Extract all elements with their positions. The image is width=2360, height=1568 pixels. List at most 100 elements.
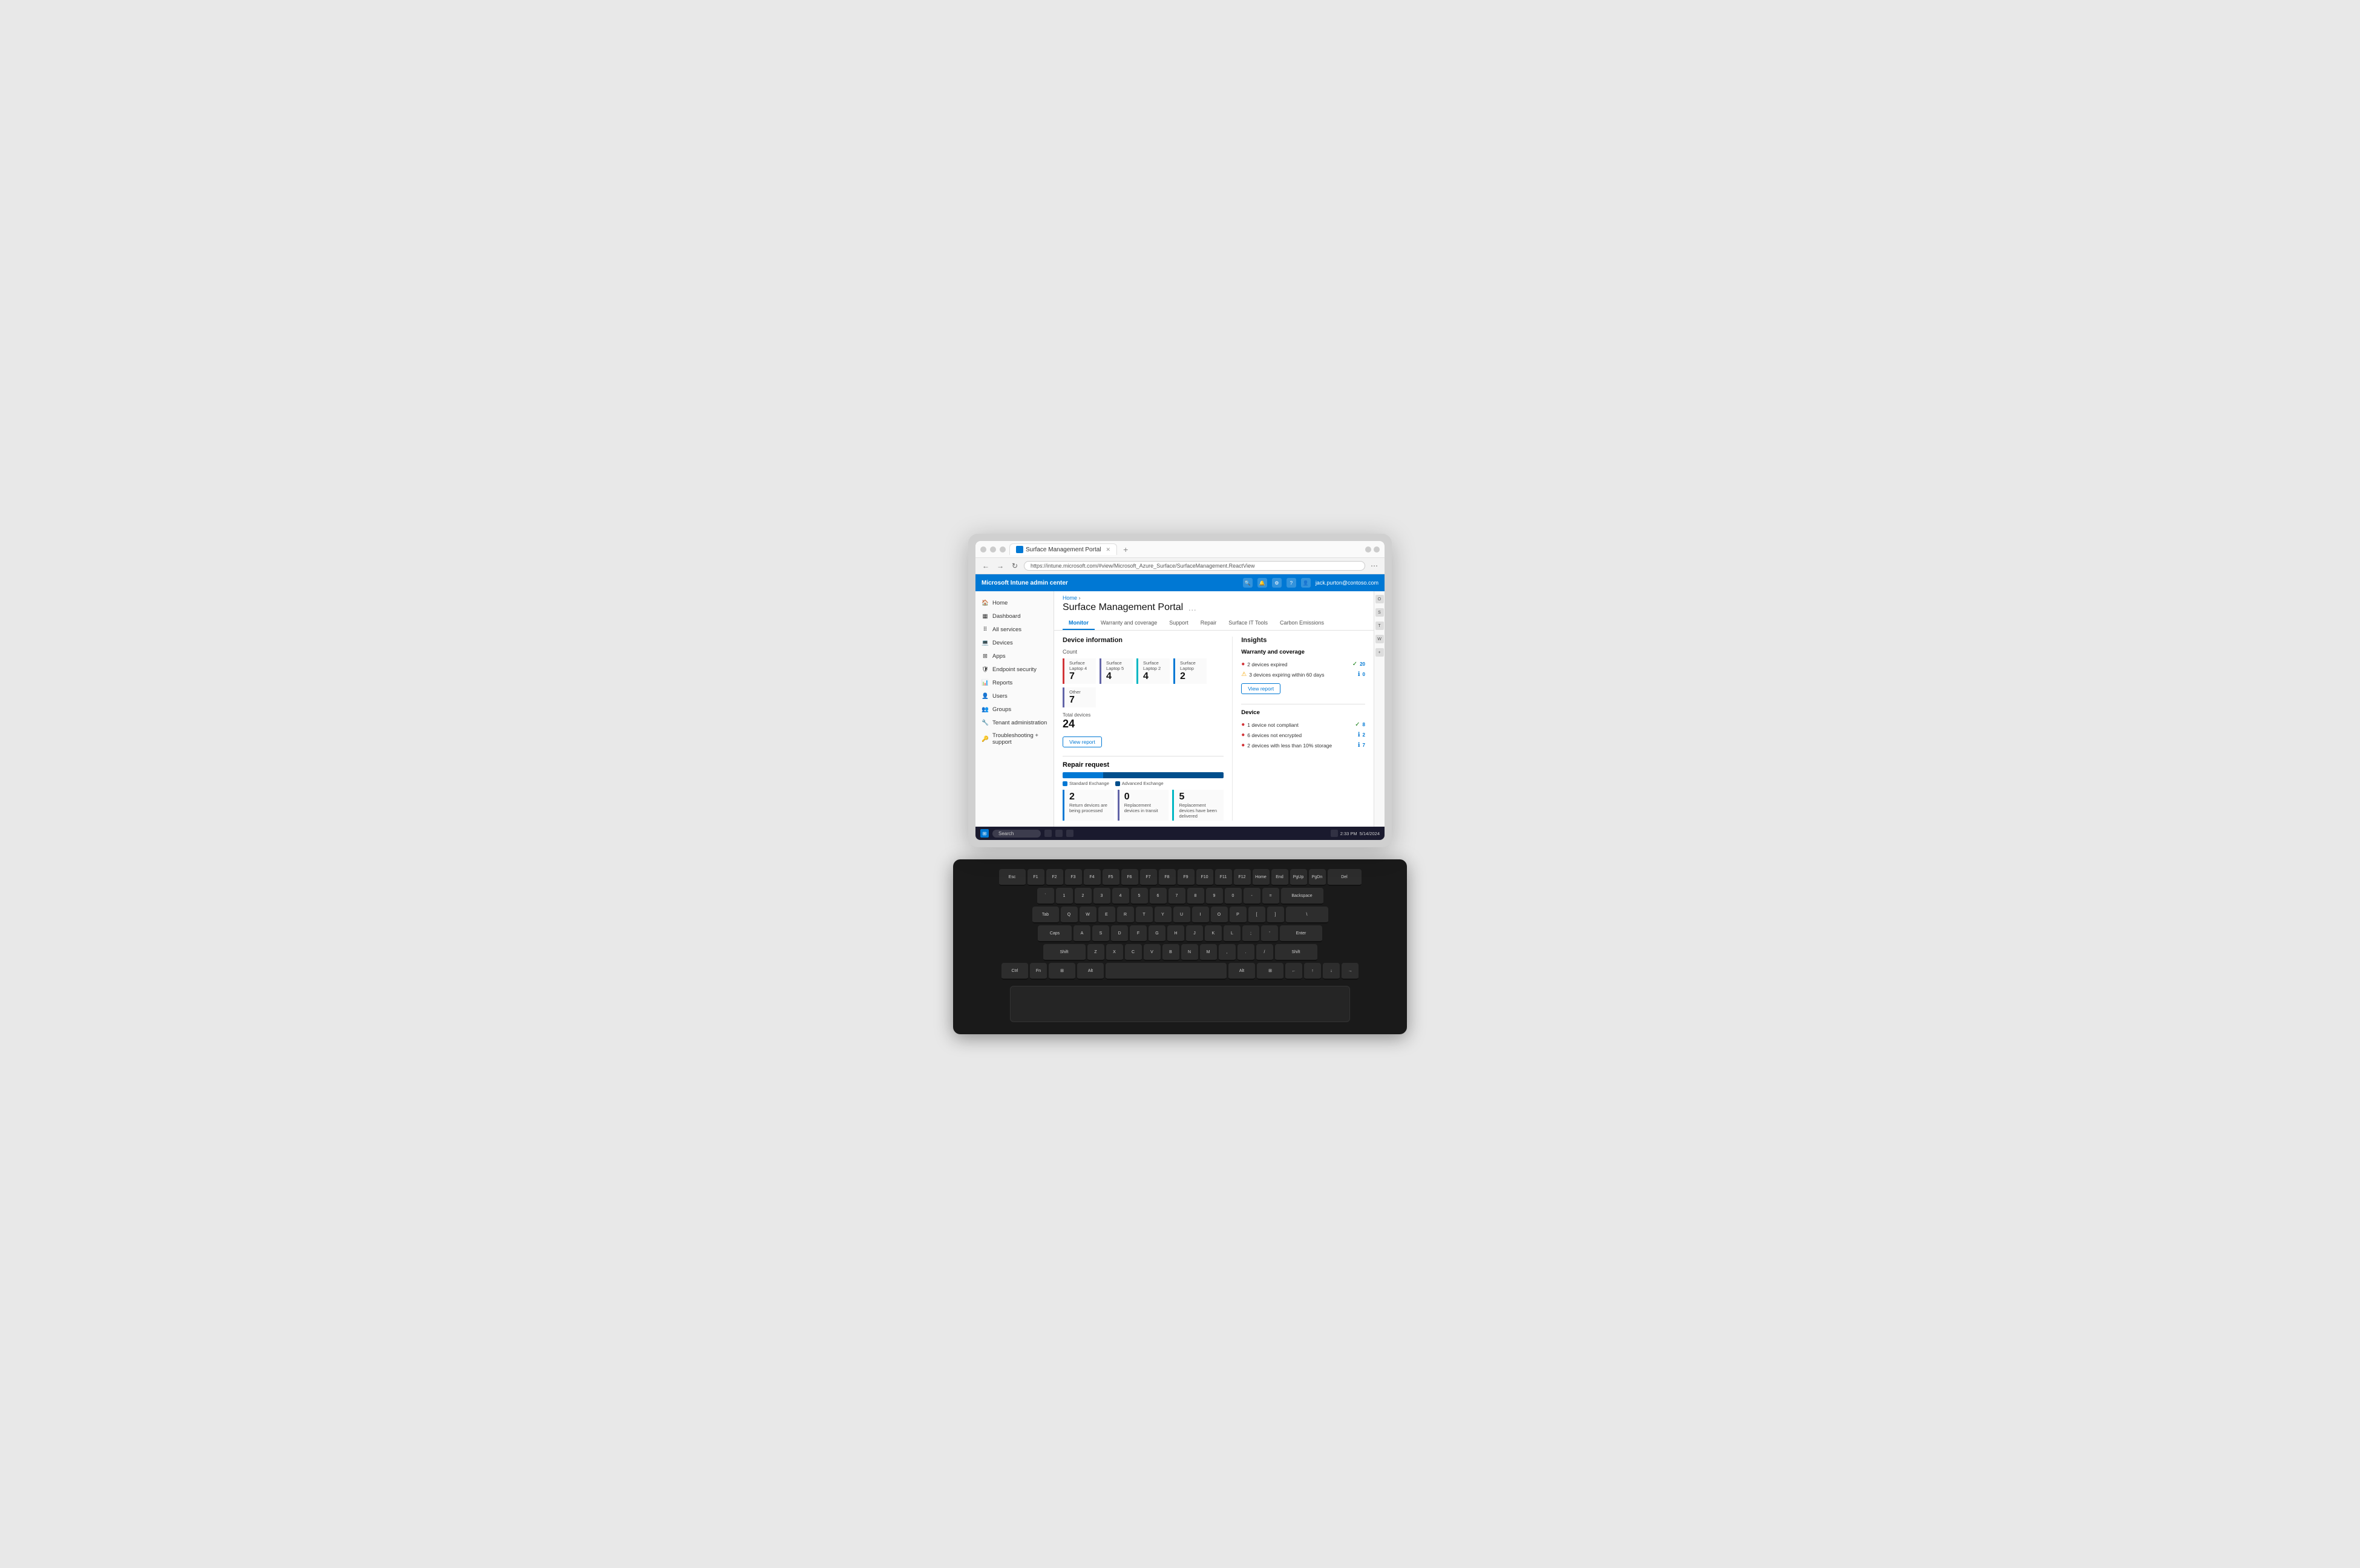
key-f11[interactable]: F11 <box>1215 869 1232 886</box>
taskbar-sys-icon[interactable] <box>1331 830 1338 837</box>
key-g[interactable]: G <box>1149 925 1165 942</box>
key-space[interactable] <box>1106 963 1227 980</box>
key-quote[interactable]: ' <box>1261 925 1278 942</box>
key-fn[interactable]: Fn <box>1030 963 1047 980</box>
taskbar-app-1[interactable] <box>1055 830 1063 837</box>
key-q[interactable]: Q <box>1061 907 1078 923</box>
key-caps[interactable]: Caps <box>1038 925 1072 942</box>
tab-support[interactable]: Support <box>1163 617 1195 630</box>
key-ctrl[interactable]: Ctrl <box>1001 963 1028 980</box>
key-v[interactable]: V <box>1144 944 1161 961</box>
taskbar-app-0[interactable] <box>1044 830 1052 837</box>
taskbar-search[interactable]: Search <box>992 830 1041 838</box>
key-f5[interactable]: F5 <box>1103 869 1119 886</box>
key-s[interactable]: S <box>1092 925 1109 942</box>
key-p[interactable]: P <box>1230 907 1247 923</box>
sidebar-item-dashboard[interactable]: ▦ Dashboard <box>975 609 1054 623</box>
sidebar-item-apps[interactable]: ⊞ Apps <box>975 649 1054 663</box>
key-u[interactable]: U <box>1173 907 1190 923</box>
key-f7[interactable]: F7 <box>1140 869 1157 886</box>
user-icon[interactable]: 👤 <box>1301 578 1311 588</box>
device-card-4[interactable]: Other 7 <box>1063 687 1096 707</box>
repair-stat-0[interactable]: 2 Return devices are being processed <box>1063 790 1114 821</box>
key-l[interactable]: L <box>1224 925 1241 942</box>
key-o[interactable]: O <box>1211 907 1228 923</box>
key-f4[interactable]: F4 <box>1084 869 1101 886</box>
taskbar-app-2[interactable] <box>1066 830 1073 837</box>
device-card-1[interactable]: SurfaceLaptop 5 4 <box>1100 658 1133 684</box>
key-4[interactable]: 4 <box>1112 888 1129 905</box>
close-icon[interactable] <box>1000 546 1006 553</box>
key-w[interactable]: W <box>1080 907 1096 923</box>
key-f12[interactable]: F12 <box>1234 869 1251 886</box>
key-8[interactable]: 8 <box>1187 888 1204 905</box>
key-1[interactable]: 1 <box>1056 888 1073 905</box>
view-report-button-devices[interactable]: View report <box>1063 736 1102 747</box>
key-tab[interactable]: Tab <box>1032 907 1059 923</box>
device-card-0[interactable]: SurfaceLaptop 4 7 <box>1063 658 1096 684</box>
key-end[interactable]: End <box>1271 869 1288 886</box>
panel-icon-2[interactable]: T <box>1375 622 1384 630</box>
tab-warranty[interactable]: Warranty and coverage <box>1095 617 1163 630</box>
back-button[interactable]: ← <box>980 560 991 571</box>
key-semicolon[interactable]: ; <box>1242 925 1259 942</box>
key-0[interactable]: 0 <box>1225 888 1242 905</box>
view-report-button-warranty[interactable]: View report <box>1241 683 1280 694</box>
key-slash[interactable]: / <box>1256 944 1273 961</box>
key-h[interactable]: H <box>1167 925 1184 942</box>
tab-repair[interactable]: Repair <box>1195 617 1223 630</box>
key-pgup[interactable]: PgUp <box>1290 869 1307 886</box>
key-down[interactable]: ↓ <box>1323 963 1340 980</box>
key-b[interactable]: B <box>1162 944 1179 961</box>
key-backspace[interactable]: Backspace <box>1281 888 1323 905</box>
address-bar[interactable]: https://intune.microsoft.com/#view/Micro… <box>1024 561 1365 571</box>
browser-tab[interactable]: Surface Management Portal ✕ <box>1009 543 1117 555</box>
key-z[interactable]: Z <box>1087 944 1104 961</box>
sidebar-item-groups[interactable]: 👥 Groups <box>975 703 1054 716</box>
key-f2[interactable]: F2 <box>1046 869 1063 886</box>
forward-button[interactable]: → <box>995 560 1006 571</box>
key-del[interactable]: Del <box>1328 869 1362 886</box>
key-period[interactable]: . <box>1237 944 1254 961</box>
key-e[interactable]: E <box>1098 907 1115 923</box>
key-rbracket[interactable]: ] <box>1267 907 1284 923</box>
device-card-3[interactable]: SurfaceLaptop 2 <box>1173 658 1207 684</box>
new-tab-icon[interactable]: + <box>1123 545 1128 554</box>
repair-stat-2[interactable]: 5 Replacement devices have been delivere… <box>1172 790 1224 821</box>
key-left[interactable]: ← <box>1285 963 1302 980</box>
restore-btn[interactable] <box>1365 546 1371 553</box>
key-f9[interactable]: F9 <box>1178 869 1195 886</box>
key-6[interactable]: 6 <box>1150 888 1167 905</box>
key-lshift[interactable]: Shift <box>1043 944 1086 961</box>
tab-surface-tools[interactable]: Surface IT Tools <box>1222 617 1274 630</box>
help-icon[interactable]: ? <box>1287 578 1296 588</box>
breadcrumb-home[interactable]: Home <box>1063 595 1077 601</box>
key-f3[interactable]: F3 <box>1065 869 1082 886</box>
key-home[interactable]: Home <box>1253 869 1270 886</box>
device-card-2[interactable]: SurfaceLaptop 2 4 <box>1136 658 1170 684</box>
tab-monitor[interactable]: Monitor <box>1063 617 1095 630</box>
key-k[interactable]: K <box>1205 925 1222 942</box>
refresh-button[interactable]: ↻ <box>1009 560 1020 571</box>
notification-icon[interactable]: 🔔 <box>1257 578 1267 588</box>
key-up[interactable]: ↑ <box>1304 963 1321 980</box>
key-3[interactable]: 3 <box>1093 888 1110 905</box>
sidebar-item-endpoint[interactable]: 🛡 Endpoint security <box>975 663 1054 676</box>
panel-icon-3[interactable]: W <box>1375 635 1384 643</box>
key-pgdn[interactable]: PgDn <box>1309 869 1326 886</box>
sidebar-item-home[interactable]: 🏠 Home <box>975 596 1054 609</box>
key-i[interactable]: I <box>1192 907 1209 923</box>
panel-icon-4[interactable]: + <box>1375 648 1384 657</box>
key-esc[interactable]: Esc <box>999 869 1026 886</box>
key-f1[interactable]: F1 <box>1028 869 1044 886</box>
key-f[interactable]: F <box>1130 925 1147 942</box>
key-surface[interactable]: ⊞ <box>1257 963 1283 980</box>
repair-stat-1[interactable]: 0 Replacement devices in transit <box>1118 790 1169 821</box>
key-f6[interactable]: F6 <box>1121 869 1138 886</box>
minimize-icon[interactable] <box>980 546 986 553</box>
browser-settings-icon[interactable]: ⋯ <box>1369 560 1380 571</box>
key-5[interactable]: 5 <box>1131 888 1148 905</box>
key-r[interactable]: R <box>1117 907 1134 923</box>
key-2[interactable]: 2 <box>1075 888 1092 905</box>
key-ralt[interactable]: Alt <box>1228 963 1255 980</box>
